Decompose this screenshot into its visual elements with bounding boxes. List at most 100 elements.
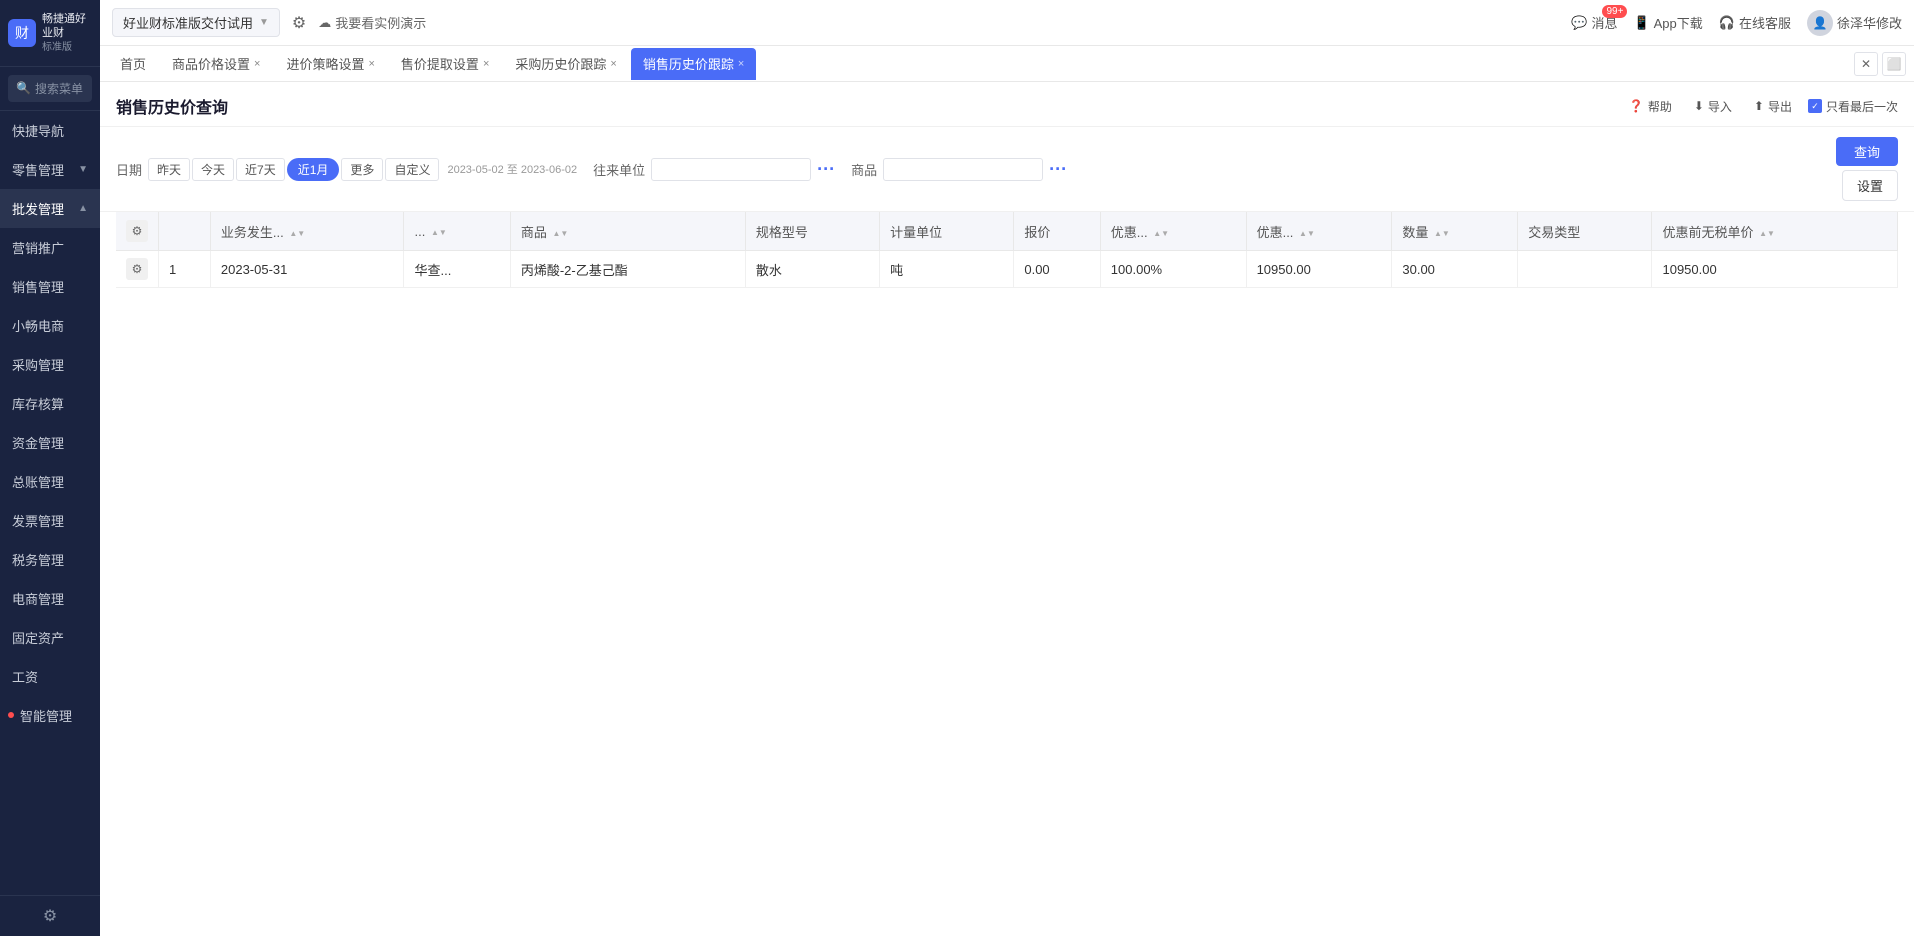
tab-strategy[interactable]: 进价策略设置 × (274, 48, 386, 80)
col-spec: 规格型号 (745, 212, 879, 251)
search-icon: 🔍 (16, 81, 31, 95)
sidebar-item-purchase[interactable]: 采购管理 (0, 345, 100, 384)
table-body: ⚙ 1 2023-05-31 华查... 丙烯酸-2-乙基己酯 散水 吨 0.0… (116, 251, 1898, 288)
sidebar-item-wholesale[interactable]: 批发管理 ▲ (0, 189, 100, 228)
source-unit-label: 往来单位 (593, 160, 645, 179)
col-business-date[interactable]: 业务发生... ▲▼ (210, 212, 404, 251)
query-button[interactable]: 查询 (1836, 137, 1898, 166)
sort-icon-product: ▲▼ (552, 229, 568, 238)
sidebar-item-smart[interactable]: 智能管理 (0, 696, 100, 735)
demo-link[interactable]: ☁ 我要看实例演示 (318, 13, 426, 32)
col-extra[interactable]: ... ▲▼ (404, 212, 510, 251)
sidebar-item-ecommerce-small[interactable]: 小畅电商 (0, 306, 100, 345)
sidebar-item-sales[interactable]: 销售管理 (0, 267, 100, 306)
top-header: 好业财标准版交付试用 ▼ ⚙ ☁ 我要看实例演示 💬 消息 99+ 📱 App下… (100, 0, 1914, 46)
product-input[interactable] (883, 158, 1043, 181)
help-icon: ❓ (1629, 99, 1644, 113)
source-unit-input[interactable] (651, 158, 811, 181)
search-menu-button[interactable]: 🔍 搜索菜单 (8, 75, 92, 102)
date-btn-yesterday[interactable]: 昨天 (148, 158, 190, 181)
date-filter-group: 日期 昨天 今天 近7天 近1月 更多 自定义 2023-05-02 至 202… (116, 158, 577, 181)
tab-sales-history[interactable]: 销售历史价跟踪 × (631, 48, 756, 80)
notification-dot (8, 712, 14, 718)
export-btn[interactable]: ⬆ 导出 (1748, 95, 1798, 118)
sidebar-item-invoice[interactable]: 发票管理 (0, 501, 100, 540)
caret-icon: ▼ (259, 17, 269, 28)
close-tab-purchase-history[interactable]: × (610, 58, 616, 70)
tab-purchase-history[interactable]: 采购历史价跟踪 × (503, 48, 628, 80)
close-tab-price[interactable]: × (254, 58, 260, 70)
sidebar-logo: 财 畅捷通好业财 标准版 (0, 0, 100, 67)
demo-icon: ☁ (318, 15, 331, 31)
sidebar-item-marketing[interactable]: 营销推广 (0, 228, 100, 267)
sidebar-item-ecommerce[interactable]: 电商管理 (0, 579, 100, 618)
date-btn-custom[interactable]: 自定义 (385, 158, 439, 181)
page-title: 销售历史价查询 (116, 94, 228, 118)
sidebar-item-finance[interactable]: 资金管理 (0, 423, 100, 462)
column-settings-icon[interactable]: ⚙ (126, 220, 148, 242)
col-product[interactable]: 商品 ▲▼ (510, 212, 745, 251)
sidebar-search-area: 🔍 搜索菜单 (0, 67, 100, 111)
row-quantity-cell: 30.00 (1392, 251, 1518, 288)
user-menu[interactable]: 👤 徐泽华修改 (1807, 10, 1902, 36)
sidebar-item-assets[interactable]: 固定资产 (0, 618, 100, 657)
tab-price[interactable]: 商品价格设置 × (160, 48, 272, 80)
date-btn-last-month[interactable]: 近1月 (287, 158, 340, 181)
date-btn-today[interactable]: 今天 (192, 158, 234, 181)
only-last-checkbox[interactable]: ✓ 只看最后一次 (1808, 98, 1898, 115)
notifications-btn[interactable]: 💬 消息 99+ (1571, 13, 1617, 32)
maximize-window-btn[interactable]: ⬜ (1882, 52, 1906, 76)
col-discount1[interactable]: 优惠... ▲▼ (1100, 212, 1246, 251)
col-index (159, 212, 211, 251)
tab-extract[interactable]: 售价提取设置 × (389, 48, 501, 80)
product-more-btn[interactable]: ··· (1049, 159, 1067, 180)
col-unit: 计量单位 (880, 212, 1014, 251)
date-range-text: 2023-05-02 至 2023-06-02 (447, 161, 577, 177)
import-btn[interactable]: ⬇ 导入 (1688, 95, 1738, 118)
version-selector[interactable]: 好业财标准版交付试用 ▼ (112, 8, 280, 37)
sort-icon-discount1: ▲▼ (1153, 229, 1169, 238)
row-spec-cell: 散水 (745, 251, 879, 288)
sort-icon-quantity: ▲▼ (1434, 229, 1450, 238)
sidebar-item-salary[interactable]: 工资 (0, 657, 100, 696)
help-btn[interactable]: ❓ 帮助 (1623, 95, 1678, 118)
app-download-btn[interactable]: 📱 App下载 (1633, 13, 1702, 32)
sidebar-item-inventory[interactable]: 库存核算 (0, 384, 100, 423)
row-settings-icon[interactable]: ⚙ (126, 258, 148, 280)
row-index-cell: 1 (159, 251, 211, 288)
top-right-area: 💬 消息 99+ 📱 App下载 🎧 在线客服 👤 徐泽华修改 (1571, 10, 1902, 36)
header-settings-icon[interactable]: ⚙ (292, 13, 306, 33)
avatar: 👤 (1807, 10, 1833, 36)
app-logo-icon: 财 (8, 19, 36, 47)
notification-badge: 99+ (1602, 5, 1627, 18)
col-quantity[interactable]: 数量 ▲▼ (1392, 212, 1518, 251)
page-content: 销售历史价查询 ❓ 帮助 ⬇ 导入 ⬆ 导出 ✓ 只看最后一次 (100, 82, 1914, 936)
sidebar-item-quick-nav[interactable]: 快捷导航 (0, 111, 100, 150)
table-container: ⚙ 业务发生... ▲▼ ... ▲▼ 商品 (100, 212, 1914, 936)
sidebar: 财 畅捷通好业财 标准版 🔍 搜索菜单 快捷导航 零售管理 ▼ 批发管理 ▲ 营… (0, 0, 100, 936)
col-pretax-price[interactable]: 优惠前无税单价 ▲▼ (1652, 212, 1898, 251)
col-gear: ⚙ (116, 212, 159, 251)
close-window-btn[interactable]: ✕ (1854, 52, 1878, 76)
close-tab-extract[interactable]: × (483, 58, 489, 70)
row-extra-cell: 华查... (404, 251, 510, 288)
sidebar-bottom: ⚙ (0, 895, 100, 936)
source-unit-more-btn[interactable]: ··· (817, 159, 835, 180)
sidebar-item-tax[interactable]: 税务管理 (0, 540, 100, 579)
tab-home[interactable]: 首页 (108, 48, 158, 80)
sidebar-item-retail[interactable]: 零售管理 ▼ (0, 150, 100, 189)
chevron-up-icon: ▲ (78, 203, 88, 214)
settings-gear-icon[interactable]: ⚙ (43, 906, 57, 926)
date-btn-more[interactable]: 更多 (341, 158, 383, 181)
close-tab-strategy[interactable]: × (368, 58, 374, 70)
sidebar-item-ledger[interactable]: 总账管理 (0, 462, 100, 501)
close-tab-sales-history[interactable]: × (738, 58, 744, 70)
col-discount2[interactable]: 优惠... ▲▼ (1246, 212, 1392, 251)
page-actions: ❓ 帮助 ⬇ 导入 ⬆ 导出 ✓ 只看最后一次 (1623, 95, 1898, 118)
online-service-btn[interactable]: 🎧 在线客服 (1719, 13, 1791, 32)
product-filter: 商品 ··· (851, 158, 1067, 181)
table-header-row: ⚙ 业务发生... ▲▼ ... ▲▼ 商品 (116, 212, 1898, 251)
message-icon: 💬 (1571, 15, 1587, 31)
date-btn-last7[interactable]: 近7天 (236, 158, 285, 181)
settings-button[interactable]: 设置 (1842, 170, 1898, 201)
